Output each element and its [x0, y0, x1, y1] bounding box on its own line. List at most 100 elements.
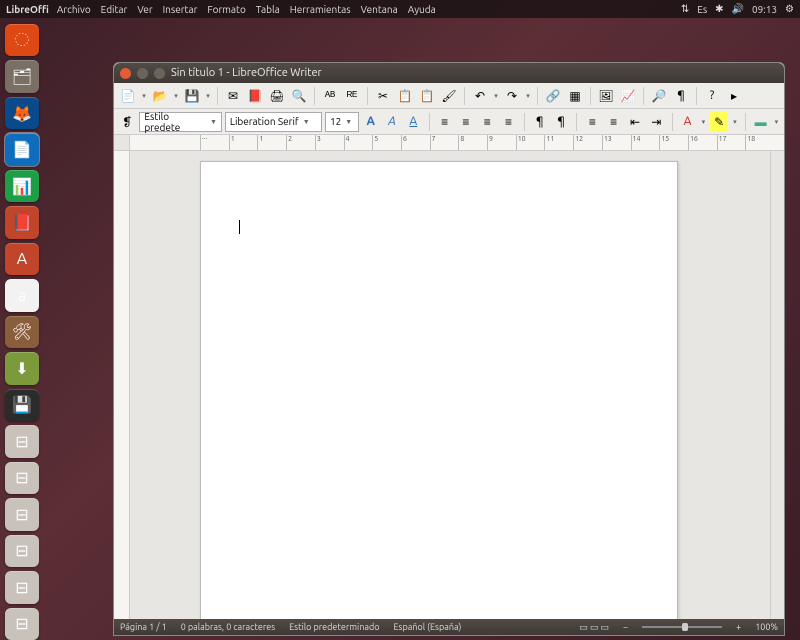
launcher-drive4[interactable]: ⊟	[5, 535, 39, 567]
zoom-out-icon[interactable]: −	[623, 622, 628, 632]
launcher-save[interactable]: 💾	[5, 389, 39, 421]
save-dropdown[interactable]: ▾	[204, 92, 212, 100]
font-color-button[interactable]: A	[678, 112, 696, 132]
menu-ayuda[interactable]: Ayuda	[408, 4, 436, 15]
launcher-drive3[interactable]: ⊟	[5, 498, 39, 530]
print-button[interactable]: 🖨	[267, 86, 287, 106]
open-dropdown[interactable]: ▾	[172, 92, 180, 100]
close-button[interactable]	[120, 68, 131, 79]
page[interactable]	[200, 161, 678, 619]
highlight-dropdown[interactable]: ▾	[731, 118, 738, 126]
preview-button[interactable]: 🔍	[289, 86, 309, 106]
maximize-button[interactable]	[154, 68, 165, 79]
save-button[interactable]: 💾	[182, 86, 202, 106]
nonprint-button[interactable]: ¶	[671, 86, 691, 106]
launcher-downloads[interactable]: ⬇	[5, 352, 39, 384]
format-paint-button[interactable]: 🖌	[439, 86, 459, 106]
vertical-scrollbar[interactable]	[770, 151, 784, 619]
align-center-button[interactable]: ≡	[457, 112, 475, 132]
bold-button[interactable]: A	[362, 112, 380, 132]
indent-inc-button[interactable]: ⇥	[647, 112, 665, 132]
font-color-dropdown[interactable]: ▾	[700, 118, 707, 126]
launcher-drive6[interactable]: ⊟	[5, 608, 39, 640]
chart-button[interactable]: 📈	[618, 86, 638, 106]
launcher-amazon[interactable]: a	[5, 279, 39, 311]
launcher-drive1[interactable]: ⊟	[5, 425, 39, 457]
menu-ventana[interactable]: Ventana	[361, 4, 398, 15]
spellcheck-button[interactable]: ᴬᴮ	[320, 86, 340, 106]
launcher-settings[interactable]: 🛠	[5, 316, 39, 348]
indent-dec-button[interactable]: ⇤	[626, 112, 644, 132]
italic-button[interactable]: A	[383, 112, 401, 132]
status-lang[interactable]: Español (España)	[394, 622, 462, 632]
align-left-button[interactable]: ≡	[435, 112, 453, 132]
help-button[interactable]: ?	[702, 86, 722, 106]
mail-button[interactable]: ✉	[223, 86, 243, 106]
status-style[interactable]: Estilo predeterminado	[289, 622, 379, 632]
find-button[interactable]: 🔎	[649, 86, 669, 106]
zoom-level[interactable]: 100%	[755, 622, 778, 632]
vertical-ruler[interactable]	[114, 151, 130, 619]
link-button[interactable]: 🔗	[543, 86, 563, 106]
align-justify-button[interactable]: ≡	[499, 112, 517, 132]
launcher-calc[interactable]: 📊	[5, 170, 39, 202]
ltr-button[interactable]: ¶	[531, 112, 549, 132]
zoom-slider[interactable]	[642, 626, 722, 628]
rtl-button[interactable]: ¶	[552, 112, 570, 132]
launcher-impress[interactable]: 📕	[5, 206, 39, 238]
launcher-firefox[interactable]: 🦊	[5, 97, 39, 129]
launcher-dash[interactable]: ◌	[5, 24, 39, 56]
launcher-drive5[interactable]: ⊟	[5, 571, 39, 603]
menu-tabla[interactable]: Tabla	[256, 4, 280, 15]
bulleted-button[interactable]: ≡	[605, 112, 623, 132]
underline-button[interactable]: A	[404, 112, 422, 132]
network-icon[interactable]: ⇅	[681, 3, 689, 15]
pdf-button[interactable]: 📕	[245, 86, 265, 106]
copy-button[interactable]: 📋	[395, 86, 415, 106]
horizontal-ruler[interactable]: ···1123456789101112131415161718	[114, 135, 784, 151]
bluetooth-icon[interactable]: ✱	[715, 3, 723, 15]
menu-archivo[interactable]: Archivo	[57, 4, 91, 15]
undo-button[interactable]: ↶	[470, 86, 490, 106]
extra-button[interactable]: ▸	[724, 86, 744, 106]
status-page[interactable]: Página 1 / 1	[120, 622, 167, 632]
redo-dropdown[interactable]: ▾	[524, 92, 532, 100]
font-name-combo[interactable]: Liberation Serif▼	[225, 112, 322, 132]
new-button[interactable]: 📄	[118, 86, 138, 106]
page-scroll[interactable]	[130, 151, 770, 619]
launcher-files[interactable]: 🗂	[5, 60, 39, 92]
titlebar[interactable]: Sin título 1 - LibreOffice Writer	[114, 63, 784, 83]
launcher-software-center[interactable]: A	[5, 243, 39, 275]
numbered-button[interactable]: ≡	[583, 112, 601, 132]
minimize-button[interactable]	[137, 68, 148, 79]
undo-dropdown[interactable]: ▾	[492, 92, 500, 100]
table-button[interactable]: ▦	[565, 86, 585, 106]
align-right-button[interactable]: ≡	[478, 112, 496, 132]
zoom-in-icon[interactable]: +	[736, 622, 741, 632]
highlight-button[interactable]: ✎	[710, 112, 728, 132]
sound-icon[interactable]: 🔊	[732, 3, 744, 15]
bg-color-button[interactable]: ▬	[751, 112, 769, 132]
new-dropdown[interactable]: ▾	[140, 92, 148, 100]
view-icons[interactable]: ▭ ▭ ▭	[579, 622, 609, 633]
launcher-writer[interactable]: 📄	[5, 133, 39, 165]
clock[interactable]: 09:13	[752, 4, 777, 15]
open-button[interactable]: 📂	[150, 86, 170, 106]
font-size-combo[interactable]: 12▼	[325, 112, 359, 132]
autospell-button[interactable]: ᴿᴱ	[342, 86, 362, 106]
menu-herramientas[interactable]: Herramientas	[290, 4, 351, 15]
paste-button[interactable]: 📋	[417, 86, 437, 106]
status-words[interactable]: 0 palabras, 0 caracteres	[181, 622, 275, 632]
gear-icon[interactable]: ⚙	[785, 3, 794, 15]
redo-button[interactable]: ↷	[502, 86, 522, 106]
keyboard-lang[interactable]: Es	[697, 4, 707, 15]
paragraph-style-combo[interactable]: Estilo predete▼	[139, 112, 222, 132]
image-button[interactable]: 🖼	[596, 86, 616, 106]
menu-ver[interactable]: Ver	[137, 4, 152, 15]
menu-insertar[interactable]: Insertar	[163, 4, 198, 15]
menu-editar[interactable]: Editar	[101, 4, 128, 15]
apply-style-icon[interactable]: ❡	[118, 112, 136, 132]
menu-formato[interactable]: Formato	[207, 4, 245, 15]
bg-color-dropdown[interactable]: ▾	[773, 118, 780, 126]
cut-button[interactable]: ✂	[373, 86, 393, 106]
